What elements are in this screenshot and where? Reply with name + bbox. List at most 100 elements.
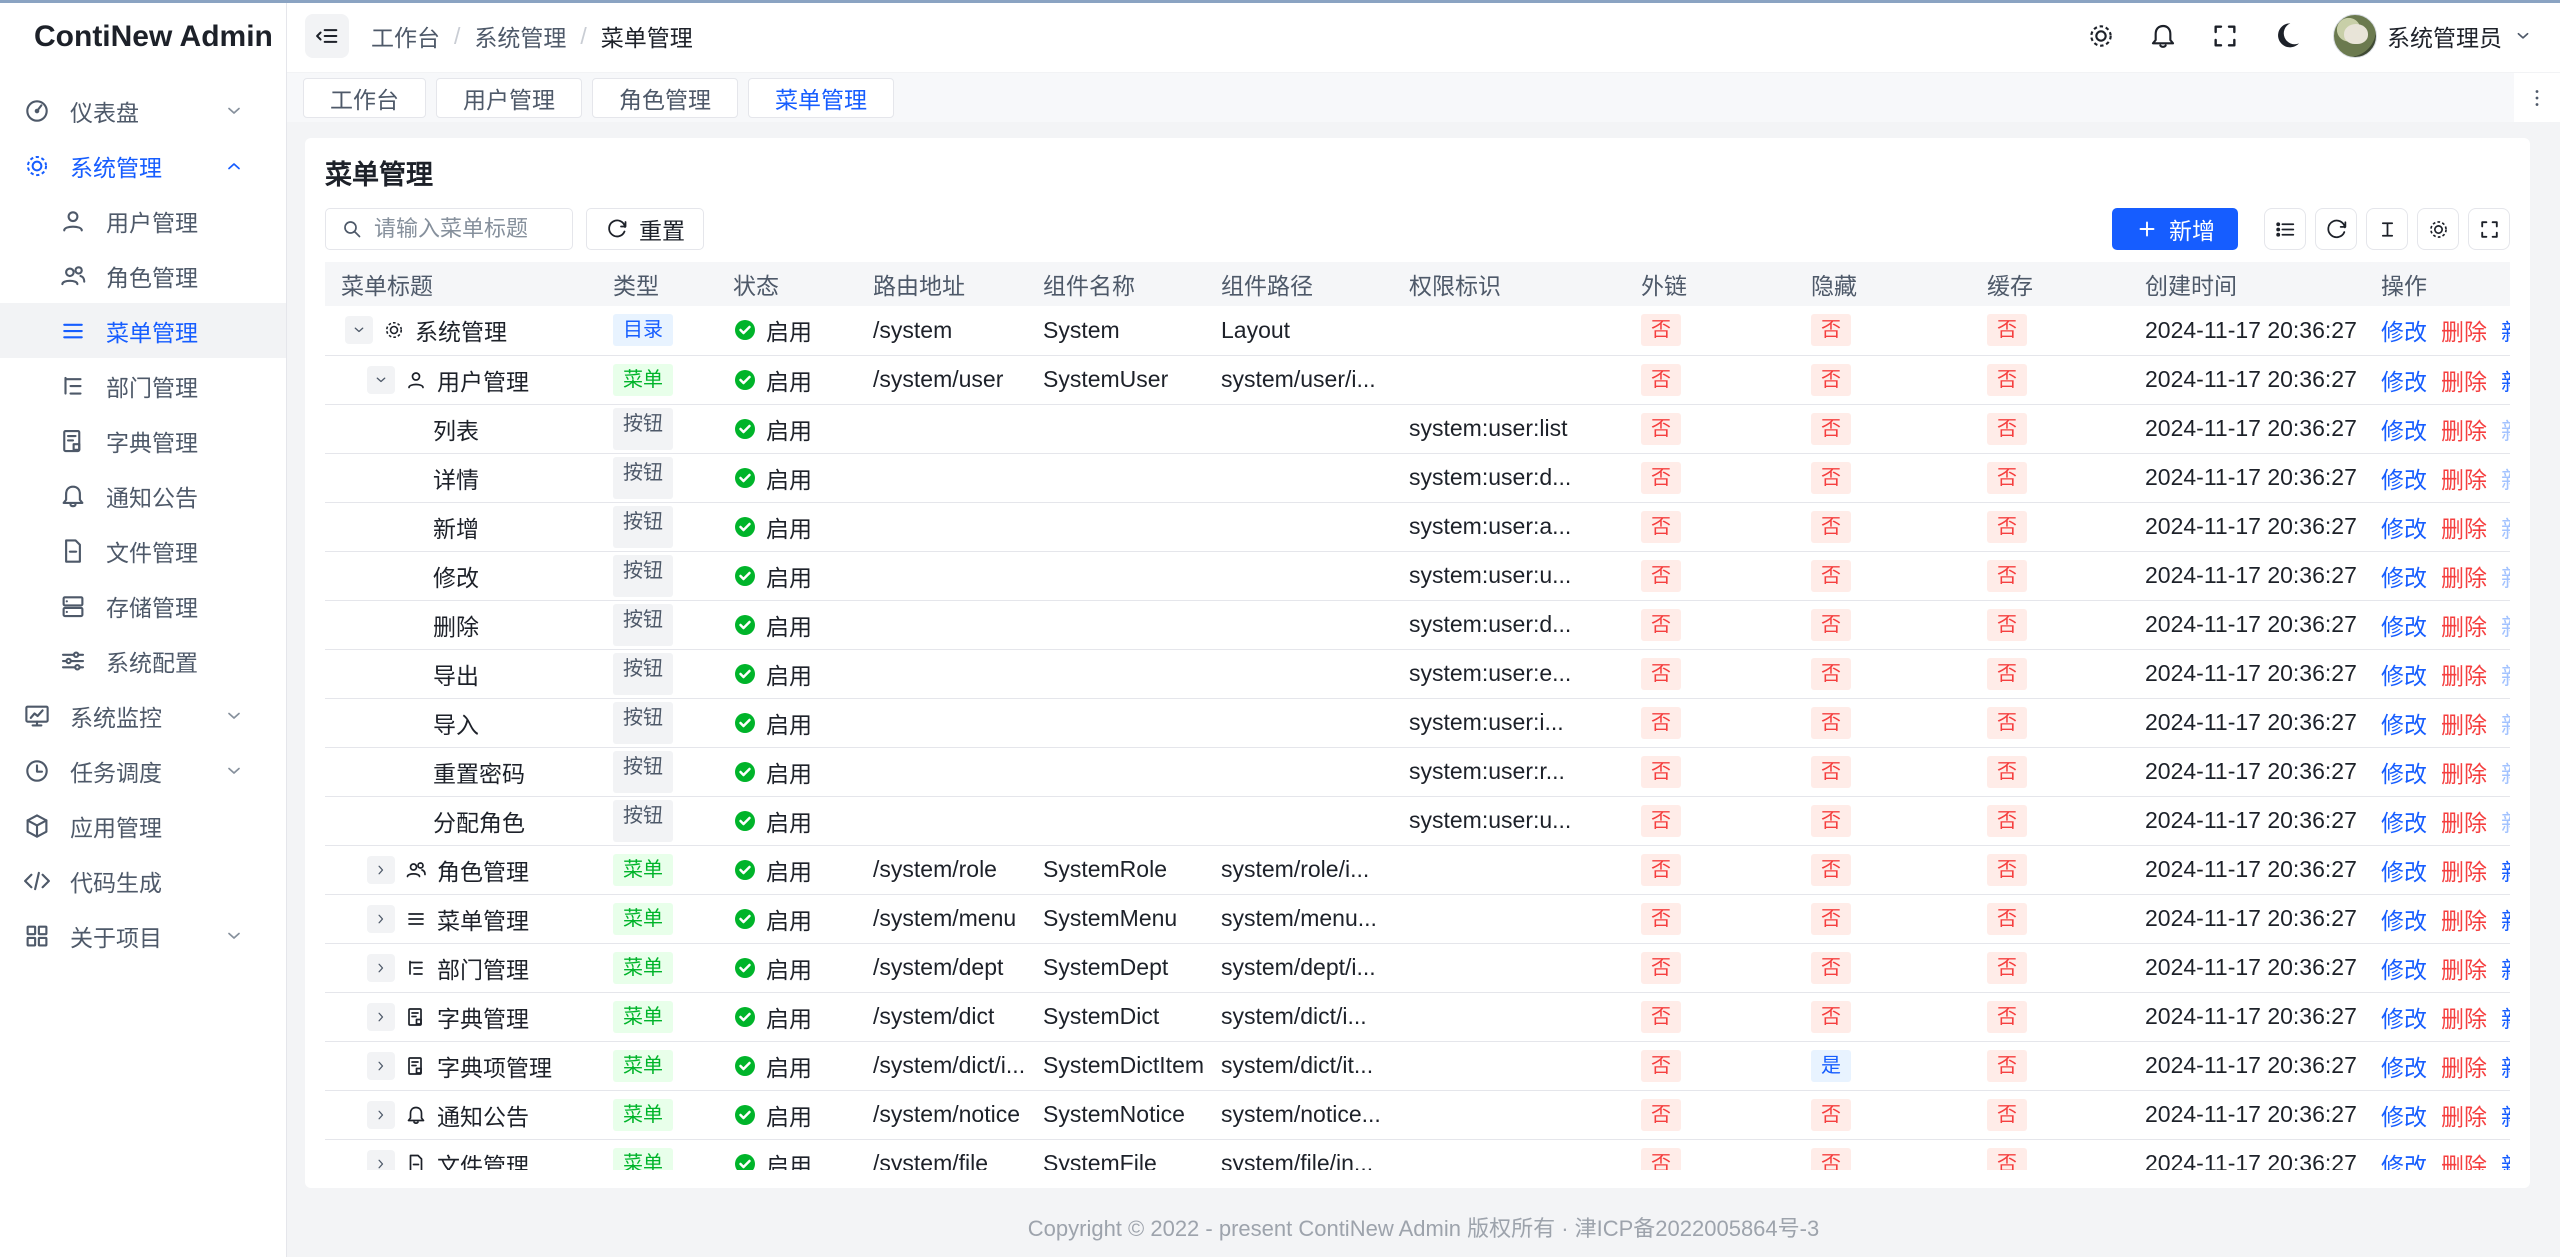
edit-row-link[interactable]: 修改 [2381, 755, 2427, 789]
notifications-bell-icon[interactable] [2147, 20, 2179, 52]
reset-button[interactable]: 重置 [586, 208, 704, 250]
edit-row-link[interactable]: 修改 [2381, 657, 2427, 691]
breadcrumb-item[interactable]: 系统管理 [474, 19, 566, 53]
settings-icon[interactable] [2085, 20, 2117, 52]
sidebar-item-dashboard[interactable]: 仪表盘 [0, 83, 286, 138]
user-avatar[interactable] [2333, 14, 2377, 58]
external-link-flag: 否 [1641, 952, 1681, 984]
column-list-button[interactable] [2264, 208, 2306, 250]
sidebar-item-user[interactable]: 用户管理 [0, 193, 286, 248]
add-row-link[interactable]: 新增 [2501, 363, 2510, 397]
add-row-link[interactable]: 新增 [2501, 951, 2510, 985]
add-row-link[interactable]: 新增 [2501, 902, 2510, 936]
breadcrumb-item[interactable]: 工作台 [371, 19, 440, 53]
expand-row-button[interactable] [367, 954, 395, 982]
add-row-link[interactable]: 新增 [2501, 853, 2510, 887]
del-row-link[interactable]: 删除 [2441, 755, 2487, 789]
status-check-icon [733, 907, 757, 931]
del-row-link[interactable]: 删除 [2441, 1147, 2487, 1171]
edit-row-link[interactable]: 修改 [2381, 1000, 2427, 1034]
sidebar-item-clock[interactable]: 任务调度 [0, 743, 286, 798]
collapse-row-button[interactable] [367, 366, 395, 394]
sidebar-item-cube[interactable]: 应用管理 [0, 798, 286, 853]
collapse-row-button[interactable] [345, 316, 373, 344]
edit-row-link[interactable]: 修改 [2381, 853, 2427, 887]
expand-row-button[interactable] [367, 1150, 395, 1171]
edit-row-link[interactable]: 修改 [2381, 1098, 2427, 1132]
edit-row-link[interactable]: 修改 [2381, 1049, 2427, 1083]
tab-more-button[interactable] [2514, 73, 2560, 122]
del-row-link[interactable]: 删除 [2441, 510, 2487, 544]
type-badge: 菜单 [613, 903, 673, 935]
sidebar-item-label: 用户管理 [106, 204, 264, 238]
del-row-link[interactable]: 删除 [2441, 363, 2487, 397]
status-label: 启用 [766, 510, 812, 544]
add-row-link[interactable]: 新增 [2501, 1000, 2510, 1034]
add-row-link[interactable]: 新增 [2501, 1147, 2510, 1171]
del-row-link[interactable]: 删除 [2441, 853, 2487, 887]
edit-row-link[interactable]: 修改 [2381, 951, 2427, 985]
route-path: /system/dept [857, 943, 1027, 992]
sidebar-item-monitor[interactable]: 系统监控 [0, 688, 286, 743]
expand-row-button[interactable] [367, 856, 395, 884]
del-row-link[interactable]: 删除 [2441, 902, 2487, 936]
component-name [1027, 698, 1205, 747]
expand-row-button[interactable] [367, 1003, 395, 1031]
sidebar-collapse-button[interactable] [305, 14, 349, 58]
sidebar-item-file[interactable]: 文件管理 [0, 523, 286, 578]
edit-row-link[interactable]: 修改 [2381, 559, 2427, 593]
tab-用户管理[interactable]: 用户管理 [436, 78, 582, 118]
add-button[interactable]: 新增 [2112, 208, 2238, 250]
sidebar-item-code[interactable]: 代码生成 [0, 853, 286, 908]
add-row-link[interactable]: 新增 [2501, 313, 2510, 347]
refresh-table-button[interactable] [2315, 208, 2357, 250]
del-row-link[interactable]: 删除 [2441, 412, 2487, 446]
edit-row-link[interactable]: 修改 [2381, 461, 2427, 495]
edit-row-link[interactable]: 修改 [2381, 1147, 2427, 1171]
edit-row-link[interactable]: 修改 [2381, 313, 2427, 347]
del-row-link[interactable]: 删除 [2441, 657, 2487, 691]
fullscreen-icon[interactable] [2209, 20, 2241, 52]
add-row-link[interactable]: 新增 [2501, 1049, 2510, 1083]
del-row-link[interactable]: 删除 [2441, 804, 2487, 838]
user-menu[interactable]: 系统管理员 [2333, 14, 2534, 58]
sidebar-item-menu[interactable]: 菜单管理 [0, 303, 286, 358]
del-row-link[interactable]: 删除 [2441, 608, 2487, 642]
sidebar-item-tree[interactable]: 部门管理 [0, 358, 286, 413]
edit-row-link[interactable]: 修改 [2381, 412, 2427, 446]
expand-row-button[interactable] [367, 905, 395, 933]
edit-row-link[interactable]: 修改 [2381, 608, 2427, 642]
sidebar-item-bell[interactable]: 通知公告 [0, 468, 286, 523]
sidebar-item-storage[interactable]: 存储管理 [0, 578, 286, 633]
del-row-link[interactable]: 删除 [2441, 461, 2487, 495]
edit-row-link[interactable]: 修改 [2381, 804, 2427, 838]
table-fullscreen-button[interactable] [2468, 208, 2510, 250]
del-row-link[interactable]: 删除 [2441, 1098, 2487, 1132]
sidebar-item-dict[interactable]: 字典管理 [0, 413, 286, 468]
expand-row-button[interactable] [367, 1052, 395, 1080]
sidebar-item-grid[interactable]: 关于项目 [0, 908, 286, 963]
edit-row-link[interactable]: 修改 [2381, 363, 2427, 397]
expand-row-button[interactable] [367, 1101, 395, 1129]
tab-工作台[interactable]: 工作台 [303, 78, 426, 118]
del-row-link[interactable]: 删除 [2441, 1049, 2487, 1083]
tab-菜单管理[interactable]: 菜单管理 [748, 78, 894, 118]
del-row-link[interactable]: 删除 [2441, 559, 2487, 593]
sidebar-item-users[interactable]: 角色管理 [0, 248, 286, 303]
del-row-link[interactable]: 删除 [2441, 1000, 2487, 1034]
sidebar-item-sliders[interactable]: 系统配置 [0, 633, 286, 688]
component-name: SystemDictItem [1027, 1041, 1205, 1090]
edit-row-link[interactable]: 修改 [2381, 706, 2427, 740]
search-input[interactable] [374, 216, 558, 242]
edit-row-link[interactable]: 修改 [2381, 510, 2427, 544]
tab-角色管理[interactable]: 角色管理 [592, 78, 738, 118]
edit-row-link[interactable]: 修改 [2381, 902, 2427, 936]
del-row-link[interactable]: 删除 [2441, 706, 2487, 740]
row-height-button[interactable] [2366, 208, 2408, 250]
table-settings-button[interactable] [2417, 208, 2459, 250]
del-row-link[interactable]: 删除 [2441, 951, 2487, 985]
dark-mode-moon-icon[interactable] [2271, 20, 2303, 52]
add-row-link[interactable]: 新增 [2501, 1098, 2510, 1132]
sidebar-item-gear[interactable]: 系统管理 [0, 138, 286, 193]
del-row-link[interactable]: 删除 [2441, 313, 2487, 347]
